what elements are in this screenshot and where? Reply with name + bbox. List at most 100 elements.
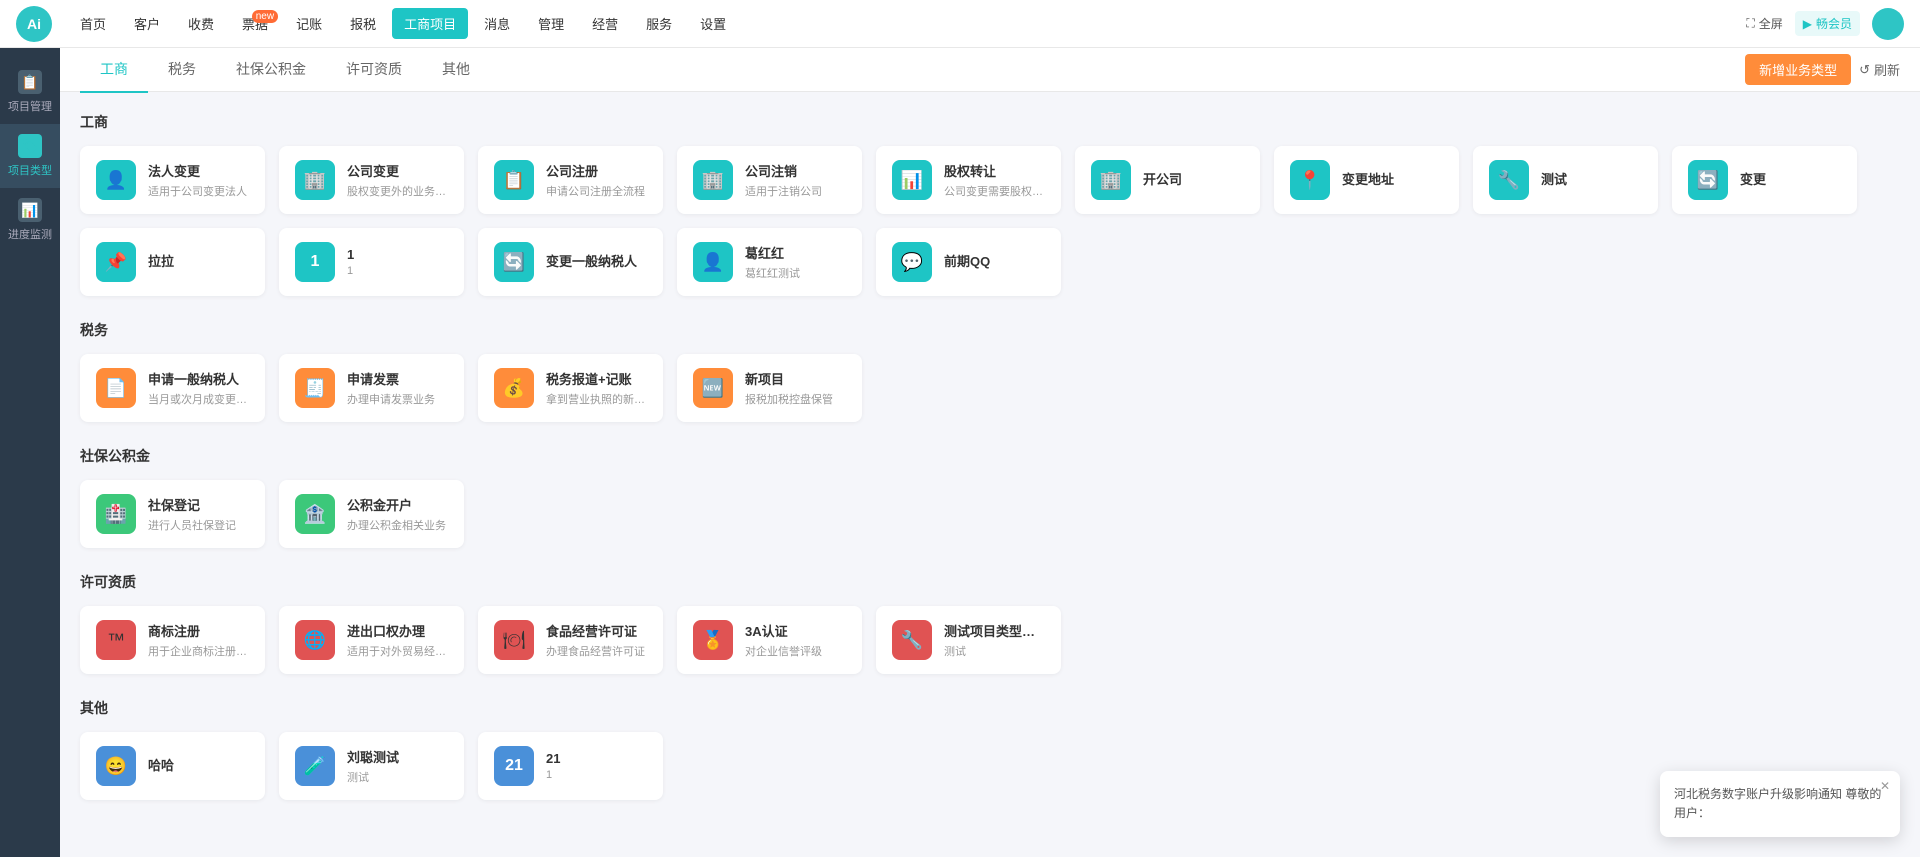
card-title-dizhi: 变更地址 bbox=[1342, 169, 1443, 188]
card-shenqing-nashui[interactable]: 📄 申请一般纳税人 当月或次月成变更完成 bbox=[80, 354, 265, 422]
card-title-faren: 法人变更 bbox=[148, 161, 249, 180]
nav-item-tax[interactable]: 报税 bbox=[338, 8, 388, 39]
card-xin-xiangmu[interactable]: 🆕 新项目 报税加税控盘保管 bbox=[677, 354, 862, 422]
notification-text: 河北税务数字账户升级影响通知 尊敬的用户： bbox=[1674, 785, 1886, 823]
tab-actions: 新增业务类型 ↺ 刷新 bbox=[1745, 54, 1900, 85]
section-xuke: 许可资质 ™ 商标注册 用于企业商标注册服务 🌐 进出口权办理 适用于对外贸易经… bbox=[80, 572, 1900, 674]
card-title-fapiao: 申请发票 bbox=[347, 369, 448, 388]
section-shuiwu: 税务 📄 申请一般纳税人 当月或次月成变更完成 🧾 申请发票 办理申请发票业务 bbox=[80, 320, 1900, 422]
card-icon-dizhi: 📍 bbox=[1290, 160, 1330, 200]
card-gongsi-zhuxiao[interactable]: 🏢 公司注销 适用于注销公司 bbox=[677, 146, 862, 214]
card-shenqing-fapiao[interactable]: 🧾 申请发票 办理申请发票业务 bbox=[279, 354, 464, 422]
cards-grid-other: 😄 哈哈 🧪 刘聪测试 测试 21 21 bbox=[80, 732, 1900, 800]
card-icon-kai: 🏢 bbox=[1091, 160, 1131, 200]
refresh-button[interactable]: ↺ 刷新 bbox=[1859, 60, 1900, 79]
nav-item-home[interactable]: 首页 bbox=[68, 8, 118, 39]
card-desc-shenqing-nashui: 当月或次月成变更完成 bbox=[148, 391, 249, 407]
card-shuiwu-baodao[interactable]: 💰 税务报道+记账 拿到营业执照的新公司 bbox=[478, 354, 663, 422]
section-title-shuiwu: 税务 bbox=[80, 320, 1900, 340]
tab-shebao[interactable]: 社保公积金 bbox=[216, 47, 326, 93]
tab-xuke[interactable]: 许可资质 bbox=[326, 47, 422, 93]
avatar[interactable] bbox=[1872, 8, 1904, 40]
fullscreen-btn[interactable]: ⛶ 全屏 bbox=[1746, 15, 1782, 32]
new-type-button[interactable]: 新增业务类型 bbox=[1745, 54, 1851, 85]
project-type-icon: 🏷 bbox=[18, 134, 42, 158]
card-liucong-test[interactable]: 🧪 刘聪测试 测试 bbox=[279, 732, 464, 800]
card-twentyone[interactable]: 21 21 1 bbox=[478, 732, 663, 800]
section-title-xuke: 许可资质 bbox=[80, 572, 1900, 592]
card-gongsi-zhuce[interactable]: 📋 公司注册 申请公司注册全流程 bbox=[478, 146, 663, 214]
card-lala[interactable]: 📌 拉拉 bbox=[80, 228, 265, 296]
card-desc-jinchkou: 适用于对外贸易经营者 bbox=[347, 643, 448, 659]
card-one[interactable]: 1 1 1 bbox=[279, 228, 464, 296]
card-gongsi-biangeng[interactable]: 🏢 公司变更 股权变更外的业务变更 bbox=[279, 146, 464, 214]
card-biangeng[interactable]: 🔄 变更 bbox=[1672, 146, 1857, 214]
card-title-shangbiao: 商标注册 bbox=[148, 621, 249, 640]
card-title-guquan: 股权转让 bbox=[944, 161, 1045, 180]
card-shipin-xuke[interactable]: 🍽 食品经营许可证 办理食品经营许可证 bbox=[478, 606, 663, 674]
card-icon-xin: 🆕 bbox=[693, 368, 733, 408]
card-desc-ceshi-xm: 测试 bbox=[944, 643, 1045, 659]
fullscreen-icon: ⛶ bbox=[1746, 16, 1754, 31]
card-icon-ceshi: 🔧 bbox=[1489, 160, 1529, 200]
nav-item-bizproject[interactable]: 工商项目 bbox=[392, 8, 468, 39]
tab-shuiwu[interactable]: 税务 bbox=[148, 47, 216, 93]
card-title-liucong: 刘聪测试 bbox=[347, 747, 448, 766]
card-ceshi-xiangmu[interactable]: 🔧 测试项目类型目定义 测试 bbox=[876, 606, 1061, 674]
member-btn[interactable]: ▶ 畅会员 bbox=[1795, 11, 1860, 36]
nav-item-customer[interactable]: 客户 bbox=[122, 8, 172, 39]
tab-bar: 工商 税务 社保公积金 许可资质 其他 新增业务类型 ↺ 刷新 bbox=[60, 48, 1920, 92]
card-icon-biangeng: 🔄 bbox=[1688, 160, 1728, 200]
top-nav: Ai 首页 客户 收费 票据 new 记账 报税 工商项目 消息 管理 经营 服… bbox=[0, 0, 1920, 48]
nav-item-manage[interactable]: 管理 bbox=[526, 8, 576, 39]
nav-right: ⛶ 全屏 ▶ 畅会员 bbox=[1746, 8, 1904, 40]
card-shangbiao-zhuce[interactable]: ™ 商标注册 用于企业商标注册服务 bbox=[80, 606, 265, 674]
card-icon-gongjijin: 🏦 bbox=[295, 494, 335, 534]
card-desc-gongsi-zx: 适用于注销公司 bbox=[745, 183, 846, 199]
card-jinchkou-quanban[interactable]: 🌐 进出口权办理 适用于对外贸易经营者 bbox=[279, 606, 464, 674]
nav-item-msg[interactable]: 消息 bbox=[472, 8, 522, 39]
nav-item-ticket[interactable]: 票据 new bbox=[230, 8, 280, 39]
card-icon-jinchkou: 🌐 bbox=[295, 620, 335, 660]
card-icon-liucong: 🧪 bbox=[295, 746, 335, 786]
card-desc-one: 1 bbox=[347, 265, 448, 277]
notification-close-btn[interactable]: ✕ bbox=[1880, 779, 1890, 793]
cards-grid-shuiwu: 📄 申请一般纳税人 当月或次月成变更完成 🧾 申请发票 办理申请发票业务 💰 bbox=[80, 354, 1900, 422]
card-guquan-zhuanrang[interactable]: 📊 股权转让 公司变更需要股权转让 bbox=[876, 146, 1061, 214]
section-title-shebao: 社保公积金 bbox=[80, 446, 1900, 466]
tab-gongshang[interactable]: 工商 bbox=[80, 47, 148, 93]
card-3a-renzheng[interactable]: 🏅 3A认证 对企业信誉评级 bbox=[677, 606, 862, 674]
card-gehonghong[interactable]: 👤 葛红红 葛红红测试 bbox=[677, 228, 862, 296]
card-faren-biangeng[interactable]: 👤 法人变更 适用于公司变更法人 bbox=[80, 146, 265, 214]
nav-item-fee[interactable]: 收费 bbox=[176, 8, 226, 39]
sidebar-item-progress[interactable]: 📊 进度监测 bbox=[0, 188, 60, 252]
sidebar-item-project-type[interactable]: 🏷 项目类型 bbox=[0, 124, 60, 188]
card-qianqi-qq[interactable]: 💬 前期QQ bbox=[876, 228, 1061, 296]
section-gongshang: 工商 👤 法人变更 适用于公司变更法人 🏢 公司变更 股权变更外的业务变更 bbox=[80, 112, 1900, 296]
nav-item-settings[interactable]: 设置 bbox=[688, 8, 738, 39]
card-gongjijin-kaihu[interactable]: 🏦 公积金开户 办理公积金相关业务 bbox=[279, 480, 464, 548]
card-desc-shangbiao: 用于企业商标注册服务 bbox=[148, 643, 249, 659]
card-icon-gongsi-zc: 📋 bbox=[494, 160, 534, 200]
nav-item-ops[interactable]: 经营 bbox=[580, 8, 630, 39]
card-icon-shenqing-nashui: 📄 bbox=[96, 368, 136, 408]
card-biangeng-dizhi[interactable]: 📍 变更地址 bbox=[1274, 146, 1459, 214]
logo: Ai bbox=[16, 6, 52, 42]
refresh-icon: ↺ bbox=[1859, 62, 1870, 78]
card-haha[interactable]: 😄 哈哈 bbox=[80, 732, 265, 800]
card-shebao-dengji[interactable]: 🏥 社保登记 进行人员社保登记 bbox=[80, 480, 265, 548]
card-icon-qq: 💬 bbox=[892, 242, 932, 282]
sidebar-item-project-mgmt[interactable]: 📋 项目管理 bbox=[0, 60, 60, 124]
card-biangeng-nashui[interactable]: 🔄 变更一般纳税人 bbox=[478, 228, 663, 296]
card-title-biangeng: 变更 bbox=[1740, 169, 1841, 188]
nav-item-bookkeeping[interactable]: 记账 bbox=[284, 8, 334, 39]
card-desc-3a: 对企业信誉评级 bbox=[745, 643, 846, 659]
nav-item-service[interactable]: 服务 bbox=[634, 8, 684, 39]
progress-icon: 📊 bbox=[18, 198, 42, 222]
card-icon-nashui: 🔄 bbox=[494, 242, 534, 282]
card-title-shenqing-nashui: 申请一般纳税人 bbox=[148, 369, 249, 388]
card-icon-fapiao: 🧾 bbox=[295, 368, 335, 408]
tab-other[interactable]: 其他 bbox=[422, 47, 490, 93]
card-ceshi[interactable]: 🔧 测试 bbox=[1473, 146, 1658, 214]
card-kai-gongsi[interactable]: 🏢 开公司 bbox=[1075, 146, 1260, 214]
